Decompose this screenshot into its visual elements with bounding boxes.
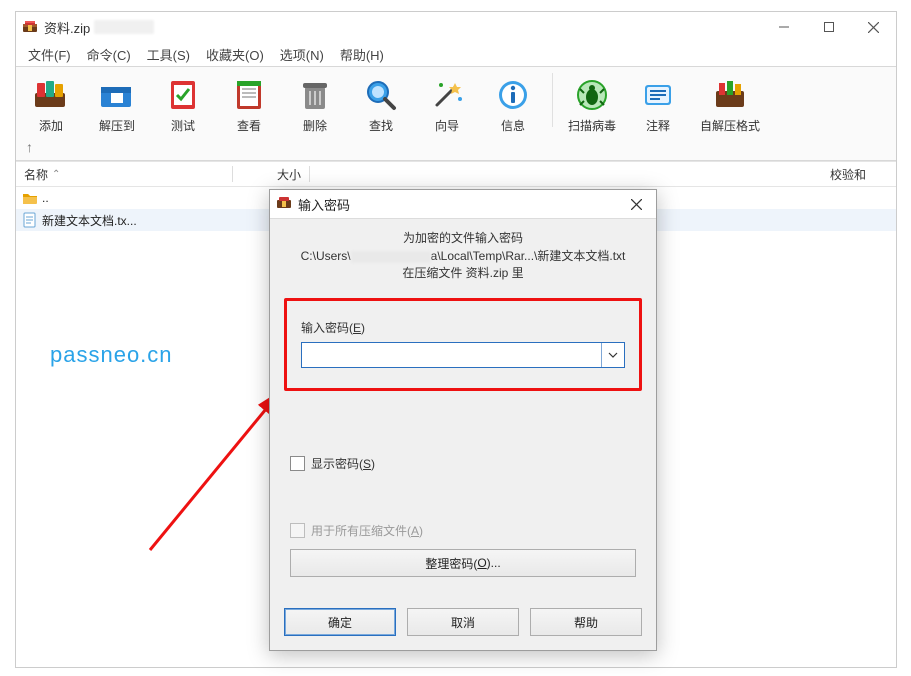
all-archives-label: 用于所有压缩文件(A) <box>311 522 423 539</box>
checkbox-icon <box>290 456 305 471</box>
toolbar-comment[interactable]: 注释 <box>625 71 691 136</box>
toolbar-find[interactable]: 查找 <box>348 71 414 136</box>
password-combobox[interactable] <box>301 342 625 368</box>
dialog-close-button[interactable] <box>616 190 656 218</box>
dialog-titlebar: 输入密码 <box>270 190 656 219</box>
toolbar-view[interactable]: 查看 <box>216 71 282 136</box>
toolbar: 添加 解压到 <box>16 66 896 161</box>
cancel-button[interactable]: 取消 <box>407 608 519 636</box>
annotation-highlight-box: 输入密码(E) <box>284 298 642 391</box>
menu-options[interactable]: 选项(N) <box>272 43 332 66</box>
show-password-checkbox[interactable]: 显示密码(S) <box>290 455 642 472</box>
sort-indicator-icon: ⌃ <box>52 169 60 180</box>
menu-favorites[interactable]: 收藏夹(O) <box>198 43 272 66</box>
checkbox-icon <box>290 523 305 538</box>
dialog-message-line1: 为加密的文件输入密码 <box>284 229 642 247</box>
blurred-path-segment <box>351 251 431 263</box>
info-icon <box>493 75 533 115</box>
text-file-icon <box>22 212 38 228</box>
password-dialog: 输入密码 为加密的文件输入密码 C:\Users\a\Local\Temp\Ra… <box>269 189 657 651</box>
app-icon <box>22 19 38 35</box>
folder-icon <box>22 190 38 206</box>
clipboard-check-icon <box>163 75 203 115</box>
toolbar-test[interactable]: 测试 <box>150 71 216 136</box>
column-name[interactable]: 名称 ⌃ <box>16 162 232 186</box>
menubar: 文件(F) 命令(C) 工具(S) 收藏夹(O) 选项(N) 帮助(H) <box>16 42 896 66</box>
watermark-text: passneo.cn <box>50 342 173 368</box>
note-lines-icon <box>638 75 678 115</box>
sfx-archive-icon <box>710 75 750 115</box>
menu-tools[interactable]: 工具(S) <box>139 43 198 66</box>
dialog-message-line3: 在压缩文件 资料.zip 里 <box>284 264 642 282</box>
menu-file[interactable]: 文件(F) <box>20 43 79 66</box>
title-blurred-segment <box>94 20 154 34</box>
toolbar-sfx[interactable]: 自解压格式 <box>691 71 769 136</box>
magnifier-icon <box>361 75 401 115</box>
window-title: 资料.zip <box>44 18 90 37</box>
books-stack-icon <box>31 75 71 115</box>
bug-scan-icon <box>572 75 612 115</box>
archive-icon <box>276 195 292 214</box>
column-checksum[interactable]: 校验和 <box>822 162 874 186</box>
dialog-title: 输入密码 <box>298 195 350 214</box>
column-headers: 名称 ⌃ 大小 校验和 <box>16 161 896 187</box>
dialog-buttons: 确定 取消 帮助 <box>270 608 656 636</box>
window-buttons <box>761 12 896 42</box>
trash-icon <box>295 75 335 115</box>
toolbar-extract-to[interactable]: 解压到 <box>84 71 150 136</box>
menu-help[interactable]: 帮助(H) <box>332 43 392 66</box>
file-name: .. <box>42 191 228 205</box>
folder-out-icon <box>97 75 137 115</box>
magic-wand-icon <box>427 75 467 115</box>
password-input[interactable] <box>302 343 601 367</box>
toolbar-delete[interactable]: 删除 <box>282 71 348 136</box>
toolbar-info[interactable]: 信息 <box>480 71 546 136</box>
menu-commands[interactable]: 命令(C) <box>79 43 139 66</box>
toolbar-separator <box>552 73 553 127</box>
toolbar-virus-scan[interactable]: 扫描病毒 <box>559 71 625 136</box>
titlebar: 资料.zip <box>16 12 896 42</box>
notebook-icon <box>229 75 269 115</box>
toolbar-wizard[interactable]: 向导 <box>414 71 480 136</box>
password-dropdown-button[interactable] <box>601 343 624 367</box>
file-name: 新建文本文档.tx... <box>42 212 228 229</box>
show-password-label: 显示密码(S) <box>311 455 375 472</box>
close-button[interactable] <box>851 12 896 42</box>
all-archives-checkbox: 用于所有压缩文件(A) <box>290 522 642 539</box>
dialog-file-path: C:\Users\a\Local\Temp\Rar...\新建文本文档.txt <box>284 247 642 264</box>
password-field-label: 输入密码(E) <box>301 319 625 336</box>
navigation-bar[interactable]: ↑ <box>18 136 894 158</box>
help-button[interactable]: 帮助 <box>530 608 642 636</box>
minimize-button[interactable] <box>761 12 806 42</box>
manage-passwords-button[interactable]: 整理密码(O)... <box>290 549 636 577</box>
column-size[interactable]: 大小 <box>233 162 309 186</box>
maximize-button[interactable] <box>806 12 851 42</box>
up-arrow-icon[interactable]: ↑ <box>26 139 33 155</box>
toolbar-add[interactable]: 添加 <box>18 71 84 136</box>
ok-button[interactable]: 确定 <box>284 608 396 636</box>
